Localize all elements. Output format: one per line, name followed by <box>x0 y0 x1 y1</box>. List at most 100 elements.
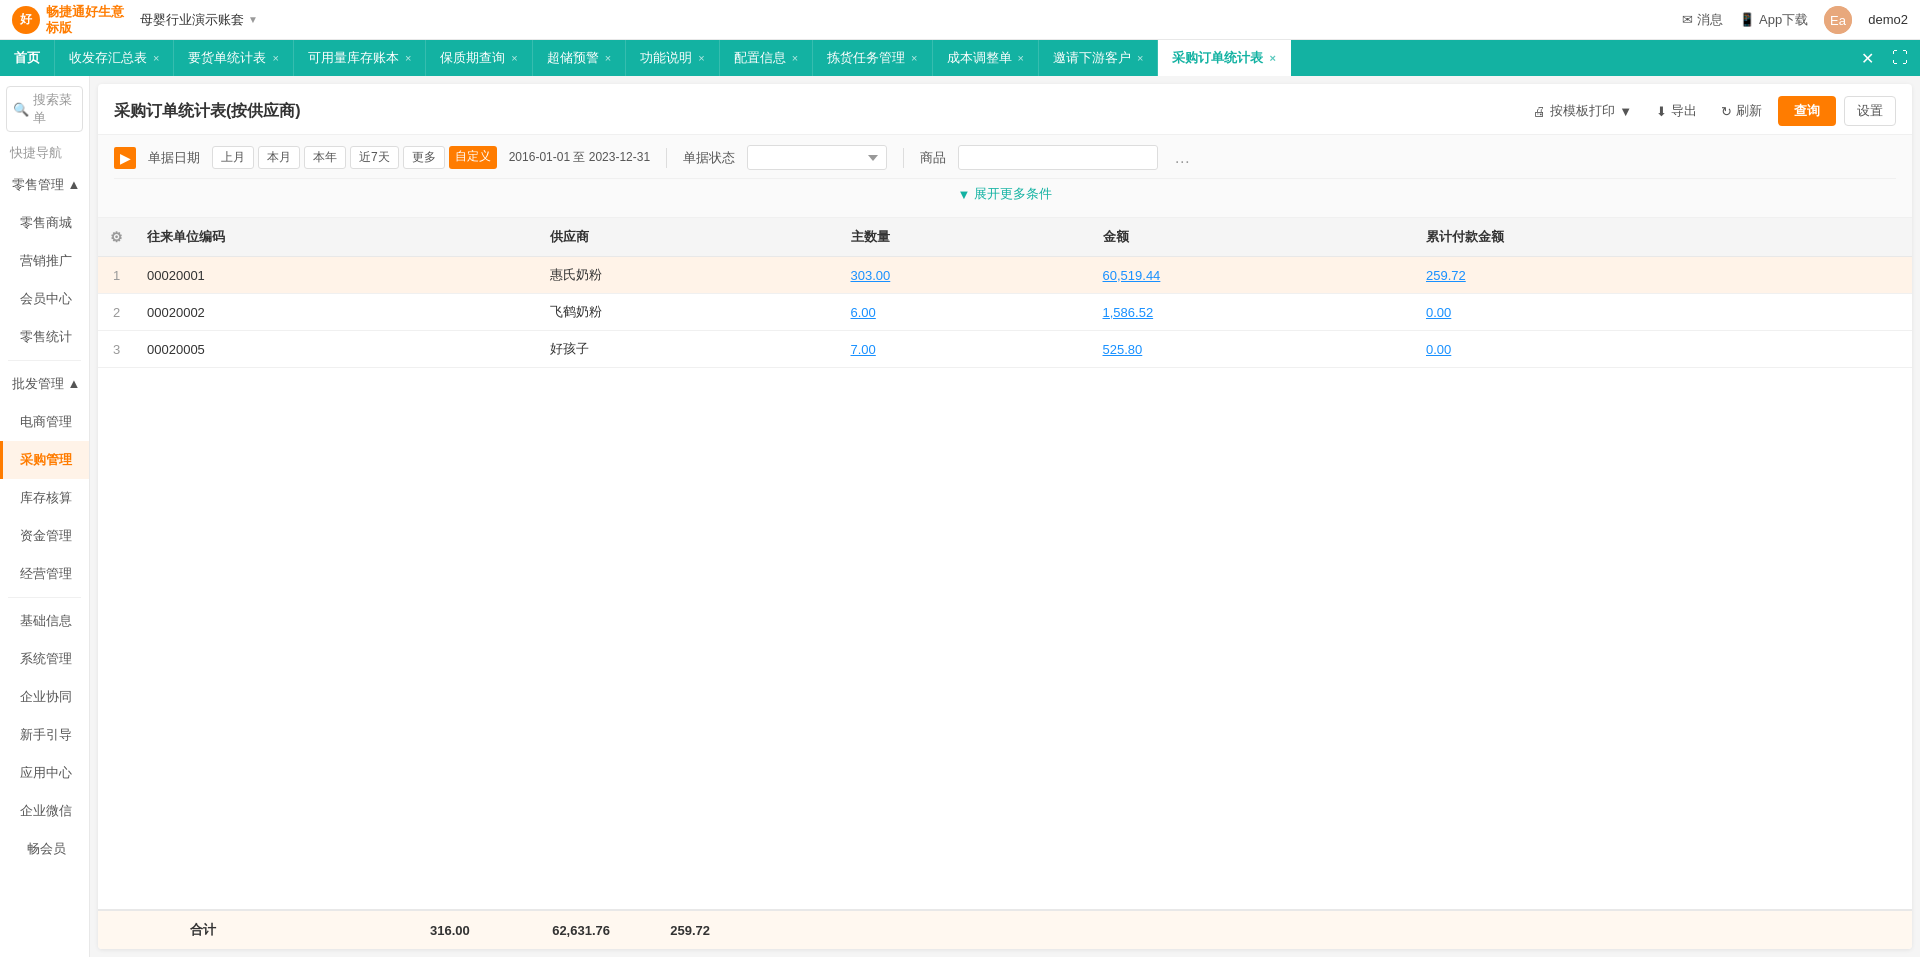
sidebar-item-operation[interactable]: 经营管理 <box>0 555 89 593</box>
status-select[interactable] <box>747 145 887 170</box>
tab-chengben[interactable]: 成本调整单 × <box>933 40 1039 76</box>
th-settings: ⚙ <box>98 218 135 257</box>
close-icon[interactable]: × <box>605 52 611 64</box>
tab-peizhi[interactable]: 配置信息 × <box>720 40 813 76</box>
this-year-button[interactable]: 本年 <box>304 146 346 169</box>
sidebar-item-ecommerce[interactable]: 电商管理 <box>0 403 89 441</box>
page-header: 采购订单统计表(按供应商) 🖨 按模板打印 ▼ ⬇ 导出 ↻ 刷新 <box>98 84 1912 135</box>
sidebar-item-enterprise[interactable]: 企业协同 <box>0 678 89 716</box>
sidebar-item-retail-mall[interactable]: 零售商城 <box>0 204 89 242</box>
export-button[interactable]: ⬇ 导出 <box>1648 98 1705 124</box>
this-month-button[interactable]: 本月 <box>258 146 300 169</box>
print-button[interactable]: 🖨 按模板打印 ▼ <box>1525 98 1640 124</box>
filter-toggle-button[interactable]: ▶ <box>114 147 136 169</box>
top-bar: 好 畅捷通好生意 标版 母婴行业演示账套 ▼ ✉ 消息 📱 App下载 Ea d… <box>0 0 1920 40</box>
cell-extra <box>1817 294 1912 331</box>
nav-tab-actions: ✕ ⛶ <box>1853 45 1920 72</box>
goods-more-button[interactable]: … <box>1170 149 1194 167</box>
close-icon[interactable]: × <box>153 52 159 64</box>
filter-row: ▶ 单据日期 上月 本月 本年 近7天 更多 自定义 2016-01-01 至 … <box>114 145 1896 170</box>
tab-shoufacun[interactable]: 收发存汇总表 × <box>55 40 174 76</box>
page-content: 采购订单统计表(按供应商) 🖨 按模板打印 ▼ ⬇ 导出 ↻ 刷新 <box>98 84 1912 949</box>
status-filter-label: 单据状态 <box>683 149 735 167</box>
sidebar-nav-shortcut[interactable]: 快捷导航 <box>0 138 89 166</box>
message-button[interactable]: ✉ 消息 <box>1682 11 1723 29</box>
sidebar-item-retail-stats[interactable]: 零售统计 <box>0 318 89 356</box>
expand-more-button[interactable]: ▼ 展开更多条件 <box>958 185 1053 203</box>
main-layout: 🔍 搜索菜单 快捷导航 零售管理 ▲ 零售商城 营销推广 会员中心 零售统计 批… <box>0 76 1920 957</box>
cell-supplier: 飞鹤奶粉 <box>538 294 838 331</box>
sidebar-item-marketing[interactable]: 营销推广 <box>0 242 89 280</box>
tab-close-all-icon[interactable]: ✕ <box>1853 45 1882 72</box>
tab-chaochuyujing[interactable]: 超储预警 × <box>533 40 626 76</box>
tab-home[interactable]: 首页 <box>0 40 55 76</box>
printer-icon: 🖨 <box>1533 104 1546 119</box>
workspace-selector[interactable]: 母婴行业演示账套 ▼ <box>132 11 266 29</box>
tab-yaohuo[interactable]: 要货单统计表 × <box>174 40 293 76</box>
last-month-button[interactable]: 上月 <box>212 146 254 169</box>
row-num: 2 <box>98 294 135 331</box>
close-icon[interactable]: × <box>1269 52 1275 64</box>
close-icon[interactable]: × <box>511 52 517 64</box>
cell-extra <box>1817 331 1912 368</box>
filter-divider2 <box>903 148 904 168</box>
table-row[interactable]: 2 00020002 飞鹤奶粉 6.00 1,586.52 0.00 <box>98 294 1912 331</box>
gear-icon[interactable]: ⚙ <box>110 229 123 245</box>
close-icon[interactable]: × <box>1137 52 1143 64</box>
close-icon[interactable]: × <box>272 52 278 64</box>
cell-amount: 1,586.52 <box>1091 294 1414 331</box>
app-download-button[interactable]: 📱 App下载 <box>1739 11 1808 29</box>
sidebar-item-member[interactable]: 会员中心 <box>0 280 89 318</box>
date-filter-label: 单据日期 <box>148 149 200 167</box>
tab-keyongliang[interactable]: 可用量库存账本 × <box>294 40 426 76</box>
tab-yaoqing[interactable]: 邀请下游客户 × <box>1039 40 1158 76</box>
sidebar-item-retail-mgmt[interactable]: 零售管理 ▲ <box>0 166 89 204</box>
last-7days-button[interactable]: 近7天 <box>350 146 399 169</box>
sidebar-item-basic-info[interactable]: 基础信息 <box>0 602 89 640</box>
expand-down-icon: ▼ <box>958 187 971 202</box>
sidebar-item-newbie[interactable]: 新手引导 <box>0 716 89 754</box>
sidebar-item-wholesale[interactable]: 批发管理 ▲ <box>0 365 89 403</box>
refresh-button[interactable]: ↻ 刷新 <box>1713 98 1770 124</box>
close-icon[interactable]: × <box>405 52 411 64</box>
filter-divider <box>666 148 667 168</box>
close-icon[interactable]: × <box>792 52 798 64</box>
expand-icon: ▲ <box>67 376 80 391</box>
close-icon[interactable]: × <box>1018 52 1024 64</box>
search-icon: 🔍 <box>13 102 29 117</box>
data-table: ⚙ 往来单位编码 供应商 主数量 金额 累计付款金额 1 <box>98 218 1912 368</box>
close-icon[interactable]: × <box>911 52 917 64</box>
sidebar-item-member2[interactable]: 畅会员 <box>0 830 89 868</box>
sidebar-item-wechat[interactable]: 企业微信 <box>0 792 89 830</box>
search-button[interactable]: 🔍 搜索菜单 <box>6 86 83 132</box>
sidebar-item-purchase[interactable]: 采购管理 <box>0 441 89 479</box>
tab-gongneng[interactable]: 功能说明 × <box>626 40 719 76</box>
top-bar-right: ✉ 消息 📱 App下载 Ea demo2 <box>1682 6 1908 34</box>
th-amount: 金额 <box>1091 218 1414 257</box>
sidebar-item-finance[interactable]: 资金管理 <box>0 517 89 555</box>
settings-button[interactable]: 设置 <box>1844 96 1896 126</box>
message-icon: ✉ <box>1682 12 1693 27</box>
more-date-button[interactable]: 更多 <box>403 146 445 169</box>
sidebar-item-system[interactable]: 系统管理 <box>0 640 89 678</box>
expand-icon: ▲ <box>67 177 80 192</box>
total-label: 合计 <box>140 921 430 939</box>
user-name[interactable]: demo2 <box>1868 12 1908 27</box>
cell-supplier: 惠氏奶粉 <box>538 257 838 294</box>
tab-jianhuo[interactable]: 拣货任务管理 × <box>813 40 932 76</box>
total-row: 合计 316.00 62,631.76 259.72 <box>98 911 1912 949</box>
query-button[interactable]: 查询 <box>1778 96 1836 126</box>
table-row[interactable]: 1 00020001 惠氏奶粉 303.00 60,519.44 259.72 <box>98 257 1912 294</box>
sidebar-item-app-center[interactable]: 应用中心 <box>0 754 89 792</box>
tab-baozhi[interactable]: 保质期查询 × <box>426 40 532 76</box>
table-header-row: ⚙ 往来单位编码 供应商 主数量 金额 累计付款金额 <box>98 218 1912 257</box>
goods-input[interactable] <box>958 145 1158 170</box>
close-icon[interactable]: × <box>698 52 704 64</box>
tab-maximize-icon[interactable]: ⛶ <box>1884 45 1916 71</box>
sidebar-item-inventory[interactable]: 库存核算 <box>0 479 89 517</box>
phone-icon: 📱 <box>1739 12 1755 27</box>
sidebar-divider <box>8 360 81 361</box>
tab-caigou-active[interactable]: 采购订单统计表 × <box>1158 40 1290 76</box>
avatar: Ea <box>1824 6 1852 34</box>
table-row[interactable]: 3 00020005 好孩子 7.00 525.80 0.00 <box>98 331 1912 368</box>
